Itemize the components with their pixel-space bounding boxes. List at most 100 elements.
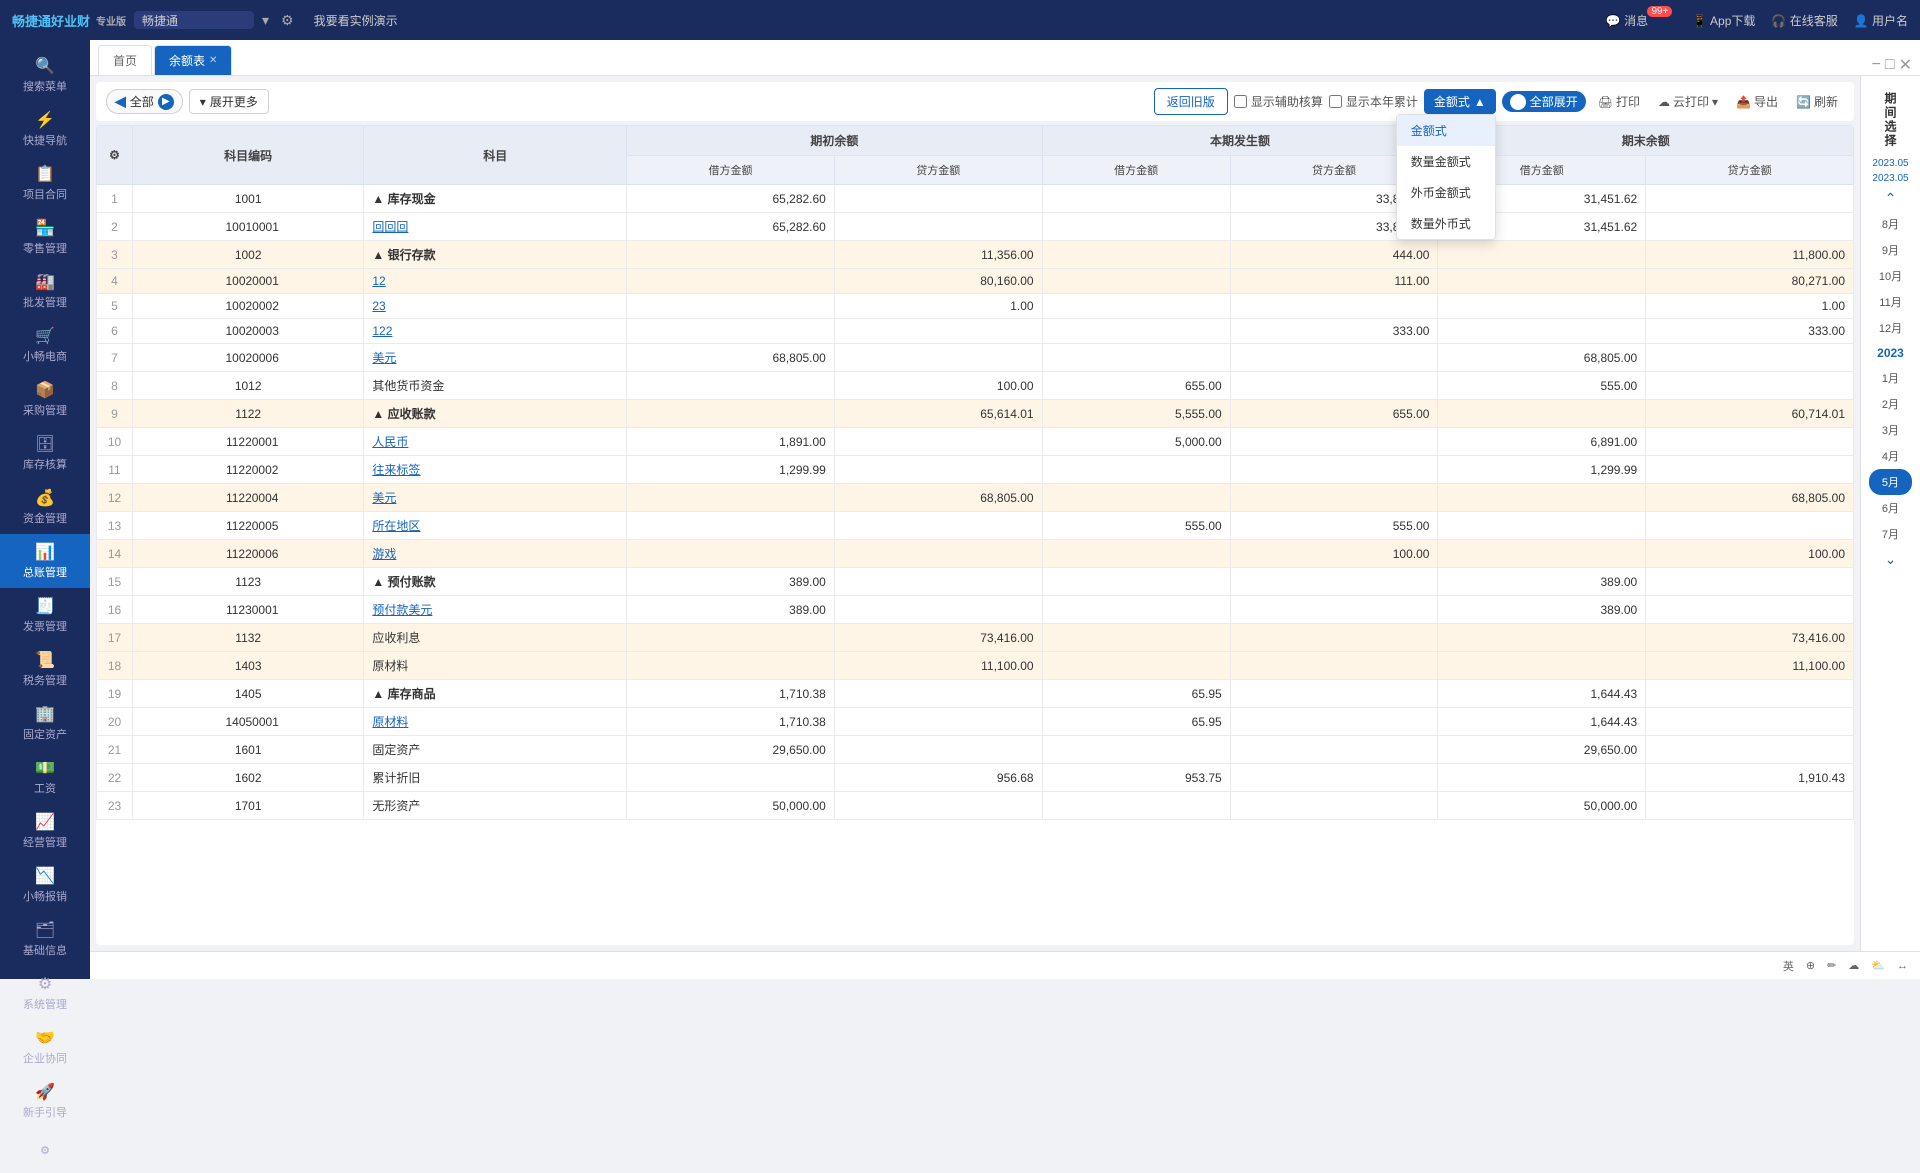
month-item[interactable]: 8月 [1869,211,1912,237]
cp-credit [1230,708,1438,736]
refresh-btn[interactable]: 🔄 刷新 [1790,90,1844,113]
service-btn[interactable]: 🎧 在线客服 [1771,12,1837,29]
sidebar-item-accounting[interactable]: 📊总账管理 [0,534,90,588]
cp-credit [1230,568,1438,596]
status-add-icon[interactable]: ⊕ [1806,959,1815,972]
view-mode-trigger[interactable]: 金额式 ▲ [1424,89,1496,114]
status-sync-icon[interactable]: ⛅ [1871,959,1885,972]
tab-balance[interactable]: 余额表 ✕ [154,45,232,75]
cb-credit [1646,596,1854,624]
sidebar-item-cooperation[interactable]: 🤝企业协同 [0,1020,90,1074]
month-item[interactable]: 2月 [1869,391,1912,417]
window-max-icon[interactable]: □ [1885,56,1895,74]
sidebar-item-wholesale[interactable]: 🏭批发管理 [0,264,90,318]
sidebar-item-purchase[interactable]: 📦采购管理 [0,372,90,426]
view-mode-dropdown[interactable]: 金额式 ▲ 金额式 数量金额式 外币金额式 数量外币式 [1424,89,1496,114]
status-lang[interactable]: 英 [1783,958,1794,974]
status-cloud-icon[interactable]: ☁ [1848,959,1859,972]
sidebar-item-tax[interactable]: 📜税务管理 [0,642,90,696]
month-item[interactable]: 10月 [1869,263,1912,289]
account-name[interactable]: 美元 [364,344,627,372]
cp-debit: 5,000.00 [1042,428,1230,456]
closing-balance-header: 期末余额 [1438,126,1854,156]
ob-credit: 73,416.00 [834,624,1042,652]
title-input[interactable] [134,11,254,29]
cp-credit [1230,294,1438,319]
window-min-icon[interactable]: − [1872,56,1881,74]
account-name[interactable]: 人民币 [364,428,627,456]
sidebar-item-guide[interactable]: 🚀新手引导 [0,1074,90,1128]
account-name[interactable]: 预付款美元 [364,596,627,624]
account-name[interactable]: 原材料 [364,708,627,736]
tab-home[interactable]: 首页 [98,45,152,75]
year-total-checkbox[interactable] [1329,95,1342,108]
sidebar-settings[interactable]: ⚙ [28,1128,62,1173]
cb-debit: 389.00 [1438,596,1646,624]
sidebar-item-project[interactable]: 📋项目合同 [0,156,90,210]
tab-close-icon[interactable]: ✕ [209,55,217,66]
expand-btn[interactable]: ▾ 展开更多 [189,89,269,114]
expand-all-toggle[interactable]: 全部展开 [1502,91,1586,112]
breadcrumb-btn[interactable]: ◀ 全部 ▶ [106,89,183,114]
account-name[interactable]: 往来标签 [364,456,627,484]
show-year-check[interactable]: 显示本年累计 [1329,93,1418,110]
month-scroll-up-icon[interactable]: ⌃ [1881,186,1901,211]
sidebar-item-assets[interactable]: 🏢固定资产 [0,696,90,750]
status-edit-icon[interactable]: ✏ [1827,959,1836,972]
user-avatar[interactable]: 👤 用户名 [1854,12,1908,29]
view-mode-qty-currency[interactable]: 数量外币式 [1397,208,1495,239]
month-item[interactable]: 2023 [1869,341,1912,365]
month-item[interactable]: 1月 [1869,365,1912,391]
month-item[interactable]: 12月 [1869,315,1912,341]
sidebar-item-system[interactable]: ⚙系统管理 [0,966,90,1020]
window-close-icon[interactable]: ✕ [1899,55,1912,75]
sidebar-item-payroll[interactable]: 💵工资 [0,750,90,804]
sidebar-item-search[interactable]: 🔍搜索菜单 [0,48,90,102]
export-btn[interactable]: 📤 导出 [1730,90,1784,113]
view-mode-currency-amount[interactable]: 外币金额式 [1397,177,1495,208]
account-name[interactable]: 23 [364,294,627,319]
view-mode-qty-amount[interactable]: 数量金额式 [1397,146,1495,177]
view-mode-amount[interactable]: 金额式 [1397,115,1495,146]
sidebar-item-operations[interactable]: 📈经营管理 [0,804,90,858]
month-item[interactable]: 6月 [1869,495,1912,521]
sidebar-item-quicknav[interactable]: ⚡快捷导航 [0,102,90,156]
account-name[interactable]: 122 [364,319,627,344]
month-item[interactable]: 11月 [1869,289,1912,315]
view-mode-caret-icon: ▲ [1474,95,1486,109]
sidebar-item-reports[interactable]: 📉小畅报销 [0,858,90,912]
settings-col-header[interactable]: ⚙ [97,126,133,185]
sidebar-item-ecommerce[interactable]: 🛒小畅电商 [0,318,90,372]
settings-icon[interactable]: ⚙ [281,12,294,29]
status-expand-icon[interactable]: ↔ [1897,960,1908,972]
cb-credit [1646,568,1854,596]
download-btn[interactable]: 📱 App下载 [1692,12,1755,29]
account-name[interactable]: 所在地区 [364,512,627,540]
sidebar-item-gear[interactable]: ⚙ [36,1136,54,1165]
account-name[interactable]: 12 [364,269,627,294]
sidebar-item-basic[interactable]: 🗂基础信息 [0,912,90,966]
month-item[interactable]: 3月 [1869,417,1912,443]
month-item[interactable]: 5月 [1869,469,1912,495]
cloud-print-btn[interactable]: ☁ 云打印 ▾ [1652,90,1724,113]
back-btn[interactable]: 返回旧版 [1154,88,1228,115]
month-item[interactable]: 9月 [1869,237,1912,263]
auxiliary-checkbox[interactable] [1234,95,1247,108]
sidebar-item-invoice[interactable]: 🧾发票管理 [0,588,90,642]
show-auxiliary-check[interactable]: 显示辅助核算 [1234,93,1323,110]
account-name[interactable]: 美元 [364,484,627,512]
account-name[interactable]: 游戏 [364,540,627,568]
breadcrumb-forward-icon[interactable]: ▶ [158,94,174,110]
sidebar-item-capital[interactable]: 💰资金管理 [0,480,90,534]
sidebar-item-retail[interactable]: 🏪零售管理 [0,210,90,264]
message-btn[interactable]: 💬 消息 99+ [1606,12,1677,29]
dropdown-arrow-icon[interactable]: ▾ [262,12,269,29]
month-item[interactable]: 7月 [1869,521,1912,547]
cb-debit: 555.00 [1438,372,1646,400]
print-btn[interactable]: 🖨 打印 [1592,90,1646,113]
month-item[interactable]: 4月 [1869,443,1912,469]
account-name[interactable]: 回回回 [364,213,627,241]
month-scroll-down-icon[interactable]: ⌄ [1881,547,1901,572]
sidebar-item-inventory[interactable]: 🗄库存核算 [0,426,90,480]
demo-link[interactable]: 我要看实例演示 [314,12,398,29]
